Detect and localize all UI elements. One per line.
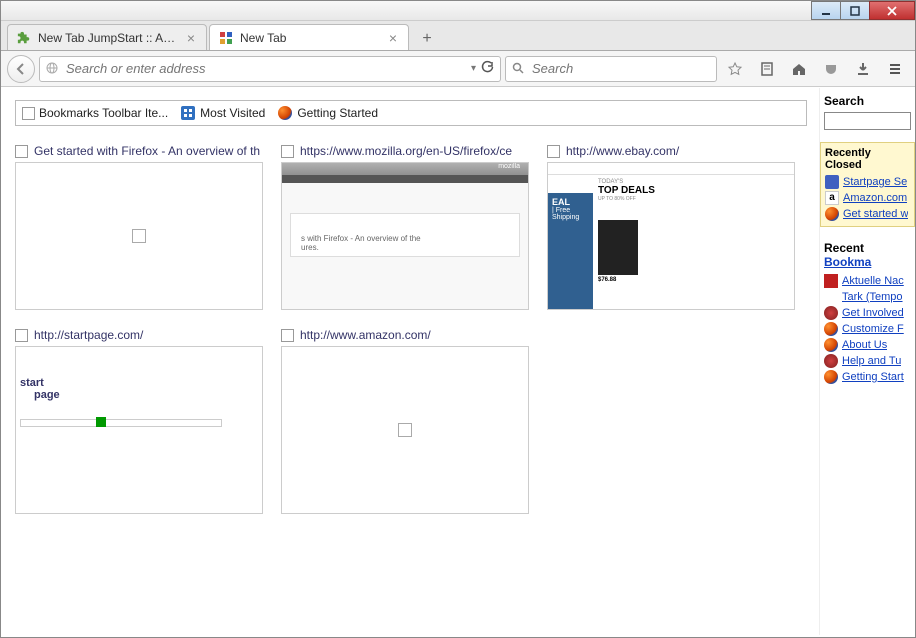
- site-icon: [824, 274, 838, 288]
- puzzle-icon: [16, 30, 32, 46]
- bookmark-item[interactable]: Getting Start: [824, 369, 911, 385]
- thumb-checkbox-icon: [547, 145, 560, 158]
- tab-title: New Tab: [240, 31, 380, 45]
- tab-newtab[interactable]: New Tab ×: [209, 24, 409, 50]
- bookmark-item[interactable]: Get Involved: [824, 305, 911, 321]
- tab-addons[interactable]: New Tab JumpStart :: Add-... ×: [7, 24, 207, 50]
- sidebar-search: Search: [820, 88, 915, 136]
- url-bar[interactable]: ▾: [39, 56, 501, 82]
- window-minimize-button[interactable]: [811, 1, 841, 20]
- tab-strip: New Tab JumpStart :: Add-... × New Tab ×…: [1, 21, 915, 51]
- placeholder-icon: [398, 423, 412, 437]
- thumb-title[interactable]: Get started with Firefox - An overview o…: [34, 144, 263, 158]
- bookmark-label: Most Visited: [200, 106, 265, 120]
- thumb-checkbox-icon: [15, 329, 28, 342]
- navigation-toolbar: ▾: [1, 51, 915, 87]
- bookmarks-menu-icon[interactable]: [753, 55, 781, 83]
- bookmark-label: Bookmarks Toolbar Ite...: [39, 106, 168, 120]
- getting-started-bookmark[interactable]: Getting Started: [277, 105, 378, 121]
- thumb-title[interactable]: https://www.mozilla.org/en-US/firefox/ce: [300, 144, 529, 158]
- bookmark-item[interactable]: Tark (Tempo: [824, 289, 911, 305]
- new-tab-button[interactable]: +: [415, 28, 439, 50]
- recently-closed-heading: Recently Closed: [825, 147, 910, 171]
- recent-bookmarks-heading: Recent Bookma: [824, 241, 911, 269]
- thumbnail-tile[interactable]: http://www.amazon.com/: [281, 328, 529, 514]
- tab-close-icon[interactable]: ×: [184, 31, 198, 45]
- window-titlebar: [1, 1, 915, 21]
- thumb-checkbox-icon: [281, 145, 294, 158]
- firefox-icon: [277, 105, 293, 121]
- thumb-preview[interactable]: [15, 162, 263, 310]
- thumbnail-tile[interactable]: Get started with Firefox - An overview o…: [15, 144, 263, 310]
- placeholder-icon: [132, 229, 146, 243]
- firefox-icon: [825, 207, 839, 221]
- thumb-preview[interactable]: [281, 346, 529, 514]
- startpage-icon: [825, 175, 839, 189]
- thumbnails-grid: Get started with Firefox - An overview o…: [15, 144, 807, 514]
- jumpstart-icon: [218, 30, 234, 46]
- firefox-icon: [824, 306, 838, 320]
- recently-closed-box: Recently Closed Startpage Se aAmazon.com…: [820, 142, 915, 227]
- ebay-preview: EAL| Free Shipping TODAY'S TOP DEALS UP …: [548, 163, 794, 309]
- identity-icon: [46, 62, 60, 76]
- search-icon: [512, 62, 526, 76]
- tab-title: New Tab JumpStart :: Add-...: [38, 31, 178, 45]
- thumb-title[interactable]: http://www.amazon.com/: [300, 328, 529, 342]
- recent-bookmarks-box: Recent Bookma Aktuelle Nac Tark (Tempo G…: [820, 235, 915, 391]
- most-visited-icon: [180, 105, 196, 121]
- bookmark-item[interactable]: About Us: [824, 337, 911, 353]
- window-close-button[interactable]: [869, 1, 915, 20]
- bookmark-item[interactable]: Aktuelle Nac: [824, 273, 911, 289]
- bookmark-item[interactable]: Help and Tu: [824, 353, 911, 369]
- amazon-icon: a: [825, 191, 839, 205]
- window-controls: [812, 1, 915, 20]
- firefox-icon: [824, 338, 838, 352]
- most-visited-folder[interactable]: Most Visited: [180, 105, 265, 121]
- recently-closed-item[interactable]: Get started w: [825, 206, 910, 222]
- sidebar-search-heading: Search: [824, 94, 911, 108]
- downloads-icon[interactable]: [849, 55, 877, 83]
- search-input[interactable]: [532, 61, 710, 76]
- thumb-preview[interactable]: startpage: [15, 346, 263, 514]
- thumb-preview[interactable]: mozilla s with Firefox - An overview of …: [281, 162, 529, 310]
- thumbnail-tile[interactable]: http://startpage.com/ startpage: [15, 328, 263, 514]
- reload-icon[interactable]: [480, 60, 494, 77]
- search-bar[interactable]: [505, 56, 717, 82]
- menu-icon[interactable]: [881, 55, 909, 83]
- sidebar: Search Recently Closed Startpage Se aAma…: [819, 88, 915, 635]
- sidebar-search-input[interactable]: [824, 112, 911, 130]
- bookmark-item[interactable]: Customize F: [824, 321, 911, 337]
- bookmark-star-icon[interactable]: [721, 55, 749, 83]
- thumb-title[interactable]: http://startpage.com/: [34, 328, 263, 342]
- thumbnail-tile[interactable]: https://www.mozilla.org/en-US/firefox/ce…: [281, 144, 529, 310]
- thumbnail-tile[interactable]: http://www.ebay.com/ EAL| Free Shipping …: [547, 144, 795, 310]
- recently-closed-item[interactable]: aAmazon.com: [825, 190, 910, 206]
- main-panel: Bookmarks Toolbar Ite... Most Visited Ge…: [3, 88, 819, 635]
- home-icon[interactable]: [785, 55, 813, 83]
- recently-closed-item[interactable]: Startpage Se: [825, 174, 910, 190]
- thumb-title[interactable]: http://www.ebay.com/: [566, 144, 795, 158]
- thumb-preview[interactable]: EAL| Free Shipping TODAY'S TOP DEALS UP …: [547, 162, 795, 310]
- pocket-icon[interactable]: [817, 55, 845, 83]
- bookmark-label: Getting Started: [297, 106, 378, 120]
- mozilla-preview: mozilla s with Firefox - An overview of …: [282, 163, 528, 309]
- folder-icon: [22, 107, 35, 120]
- site-icon: [824, 290, 838, 304]
- startpage-preview: startpage: [16, 347, 262, 513]
- back-button[interactable]: [7, 55, 35, 83]
- bookmarks-toolbar: Bookmarks Toolbar Ite... Most Visited Ge…: [15, 100, 807, 126]
- tab-close-icon[interactable]: ×: [386, 31, 400, 45]
- urlbar-dropdown-icon[interactable]: ▾: [471, 63, 476, 74]
- firefox-icon: [824, 354, 838, 368]
- bookmarks-folder[interactable]: Bookmarks Toolbar Ite...: [22, 106, 168, 120]
- thumb-checkbox-icon: [281, 329, 294, 342]
- firefox-icon: [824, 370, 838, 384]
- window-maximize-button[interactable]: [840, 1, 870, 20]
- content-area: Bookmarks Toolbar Ite... Most Visited Ge…: [3, 88, 915, 635]
- url-input[interactable]: [66, 61, 467, 76]
- firefox-icon: [824, 322, 838, 336]
- thumb-checkbox-icon: [15, 145, 28, 158]
